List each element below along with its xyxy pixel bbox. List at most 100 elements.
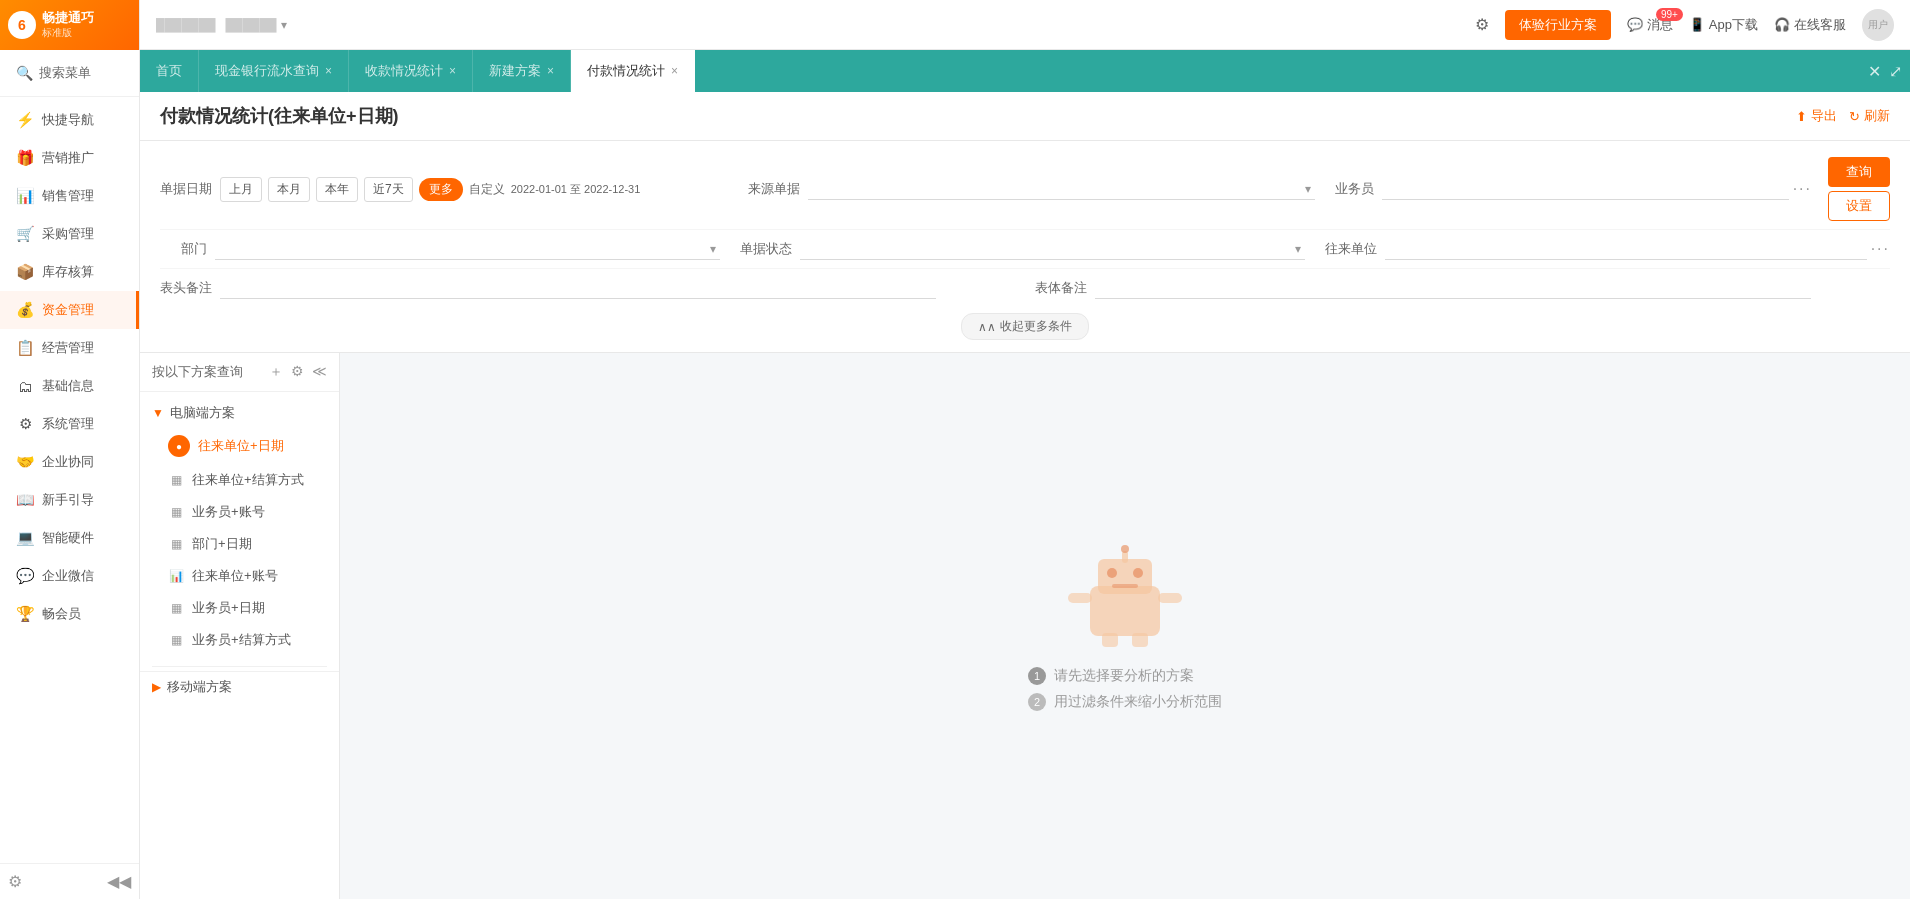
source-select[interactable]: [808, 178, 1316, 199]
date-last-7-btn[interactable]: 近7天: [364, 177, 413, 202]
date-this-year-btn[interactable]: 本年: [316, 177, 358, 202]
scheme-item-label: 往来单位+账号: [192, 567, 278, 585]
scheme-item-partner-date[interactable]: ● 往来单位+日期: [140, 428, 339, 464]
sidebar-item-system[interactable]: ⚙ 系统管理: [0, 405, 139, 443]
close-all-tabs-icon[interactable]: ✕: [1868, 62, 1881, 81]
refresh-button[interactable]: ↻ 刷新: [1849, 107, 1890, 125]
sidebar-item-member[interactable]: 🏆 畅会员: [0, 595, 139, 633]
add-scheme-icon[interactable]: ＋: [269, 363, 283, 381]
salesperson-group: ··· 查询 设置: [1382, 157, 1890, 221]
sidebar-item-inventory[interactable]: 📦 库存核算: [0, 253, 139, 291]
sales-icon: 📊: [16, 187, 34, 205]
settings-icon[interactable]: ⚙: [8, 872, 22, 891]
scheme-item-salesperson-account[interactable]: ▦ 业务员+账号: [140, 496, 339, 528]
trial-button[interactable]: 体验行业方案: [1505, 10, 1611, 40]
refresh-label: 刷新: [1864, 107, 1890, 125]
scheme-item-dept-date[interactable]: ▦ 部门+日期: [140, 528, 339, 560]
app-download-label: App下载: [1709, 16, 1758, 34]
filter-row-1: 单据日期 上月 本月 本年 近7天 更多 自定义 2022-01-01 至 20…: [160, 149, 1890, 230]
tip-text-1: 请先选择要分析的方案: [1054, 667, 1194, 685]
sidebar-item-hardware[interactable]: 💻 智能硬件: [0, 519, 139, 557]
scheme-item-salesperson-date[interactable]: ▦ 业务员+日期: [140, 592, 339, 624]
online-service-button[interactable]: 🎧 在线客服: [1774, 16, 1846, 34]
sidebar-item-finance[interactable]: 💰 资金管理: [0, 291, 139, 329]
sidebar-item-quick-nav[interactable]: ⚡ 快捷导航: [0, 101, 139, 139]
date-custom-btn[interactable]: 自定义: [469, 181, 505, 198]
quick-nav-icon: ⚡: [16, 111, 34, 129]
scheme-item-partner-settlement[interactable]: ▦ 往来单位+结算方式: [140, 464, 339, 496]
user-avatar[interactable]: 用户: [1862, 9, 1894, 41]
tab-new-scheme[interactable]: 新建方案 ×: [473, 50, 571, 92]
collapse-sidebar-icon[interactable]: ◀◀: [107, 872, 131, 891]
salesperson-more-icon[interactable]: ···: [1793, 180, 1812, 198]
svg-point-3: [1133, 568, 1143, 578]
query-button[interactable]: 查询: [1828, 157, 1890, 187]
sidebar-item-enterprise[interactable]: 🤝 企业协同: [0, 443, 139, 481]
svg-rect-4: [1112, 584, 1138, 588]
scheme-separator: [152, 666, 327, 667]
app-download-button[interactable]: 📱 App下载: [1689, 16, 1758, 34]
expand-group-icon: ▼: [152, 406, 164, 420]
empty-robot-svg: [1060, 541, 1190, 651]
sidebar-item-basic[interactable]: 🗂 基础信息: [0, 367, 139, 405]
sidebar-item-sales[interactable]: 📊 销售管理: [0, 177, 139, 215]
collapse-panel-icon[interactable]: ≪: [312, 363, 327, 381]
tab-payment-close[interactable]: ×: [671, 64, 678, 78]
dept-select[interactable]: [215, 238, 720, 259]
collapse-conditions-button[interactable]: ∧∧ 收起更多条件: [961, 313, 1089, 340]
source-select-wrap: ▾: [808, 178, 1316, 200]
tabbar: 首页 现金银行流水查询 × 收款情况统计 × 新建方案 × 付款情况统计 × ✕…: [140, 50, 1910, 92]
sidebar-item-guide[interactable]: 📖 新手引导: [0, 481, 139, 519]
tab-new-scheme-close[interactable]: ×: [547, 64, 554, 78]
scheme-item-label: 业务员+结算方式: [192, 631, 291, 649]
active-scheme-icon: ●: [168, 435, 190, 457]
doc-status-label: 单据状态: [720, 240, 800, 258]
settings-scheme-icon[interactable]: ⚙: [291, 363, 304, 381]
search-icon: 🔍: [16, 65, 33, 81]
tab-bank-close[interactable]: ×: [325, 64, 332, 78]
sidebar-item-label: 快捷导航: [42, 111, 94, 129]
date-last-month-btn[interactable]: 上月: [220, 177, 262, 202]
tab-receipt-close[interactable]: ×: [449, 64, 456, 78]
breadcrumb-text: ███████ ██████: [156, 18, 277, 32]
dept-select-group: ▾: [215, 238, 720, 260]
search-menu-item[interactable]: 🔍 搜索菜单: [8, 58, 131, 88]
counterparty-more-icon[interactable]: ···: [1871, 240, 1890, 258]
sidebar-item-marketing[interactable]: 🎁 营销推广: [0, 139, 139, 177]
export-label: 导出: [1811, 107, 1837, 125]
expand-icon[interactable]: ⤢: [1889, 62, 1902, 81]
scheme-item-label: 部门+日期: [192, 535, 252, 553]
svg-rect-9: [1102, 633, 1118, 647]
svg-point-6: [1121, 545, 1129, 553]
tab-receipt[interactable]: 收款情况统计 ×: [349, 50, 473, 92]
tab-home[interactable]: 首页: [140, 50, 199, 92]
date-more-btn[interactable]: 更多: [419, 178, 463, 201]
empty-tips: 1 请先选择要分析的方案 2 用过滤条件来缩小分析范围: [1028, 667, 1222, 711]
scheme-item-salesperson-settlement[interactable]: ▦ 业务员+结算方式: [140, 624, 339, 656]
desktop-group-label: 电脑端方案: [170, 404, 235, 422]
message-button[interactable]: 💬 消息 99+: [1627, 16, 1673, 34]
doc-status-select[interactable]: [800, 238, 1305, 259]
export-button[interactable]: ⬆ 导出: [1796, 107, 1837, 125]
breadcrumb-dropdown[interactable]: ▾: [281, 18, 287, 32]
sidebar-item-operation[interactable]: 📋 经营管理: [0, 329, 139, 367]
sidebar-item-wechat[interactable]: 💬 企业微信: [0, 557, 139, 595]
wechat-icon: 💬: [16, 567, 34, 585]
tab-home-label: 首页: [156, 62, 182, 80]
counterparty-input[interactable]: [1385, 238, 1867, 260]
filter-and-results: 单据日期 上月 本月 本年 近7天 更多 自定义 2022-01-01 至 20…: [140, 141, 1910, 899]
tab-payment[interactable]: 付款情况统计 ×: [571, 50, 695, 92]
svg-point-2: [1107, 568, 1117, 578]
date-this-month-btn[interactable]: 本月: [268, 177, 310, 202]
tab-bank[interactable]: 现金银行流水查询 ×: [199, 50, 349, 92]
sidebar-item-purchase[interactable]: 🛒 采购管理: [0, 215, 139, 253]
header-note-input[interactable]: [220, 277, 936, 299]
settings-button[interactable]: 设置: [1828, 191, 1890, 221]
salesperson-label: 业务员: [1315, 180, 1382, 198]
mobile-group-header[interactable]: ▶ 移动端方案: [140, 671, 339, 702]
topbar-settings-icon[interactable]: ⚙: [1475, 15, 1489, 34]
salesperson-input[interactable]: [1382, 178, 1788, 200]
scheme-item-partner-account[interactable]: 📊 往来单位+账号: [140, 560, 339, 592]
desktop-group-header[interactable]: ▼ 电脑端方案: [140, 398, 339, 428]
body-note-input[interactable]: [1095, 277, 1811, 299]
